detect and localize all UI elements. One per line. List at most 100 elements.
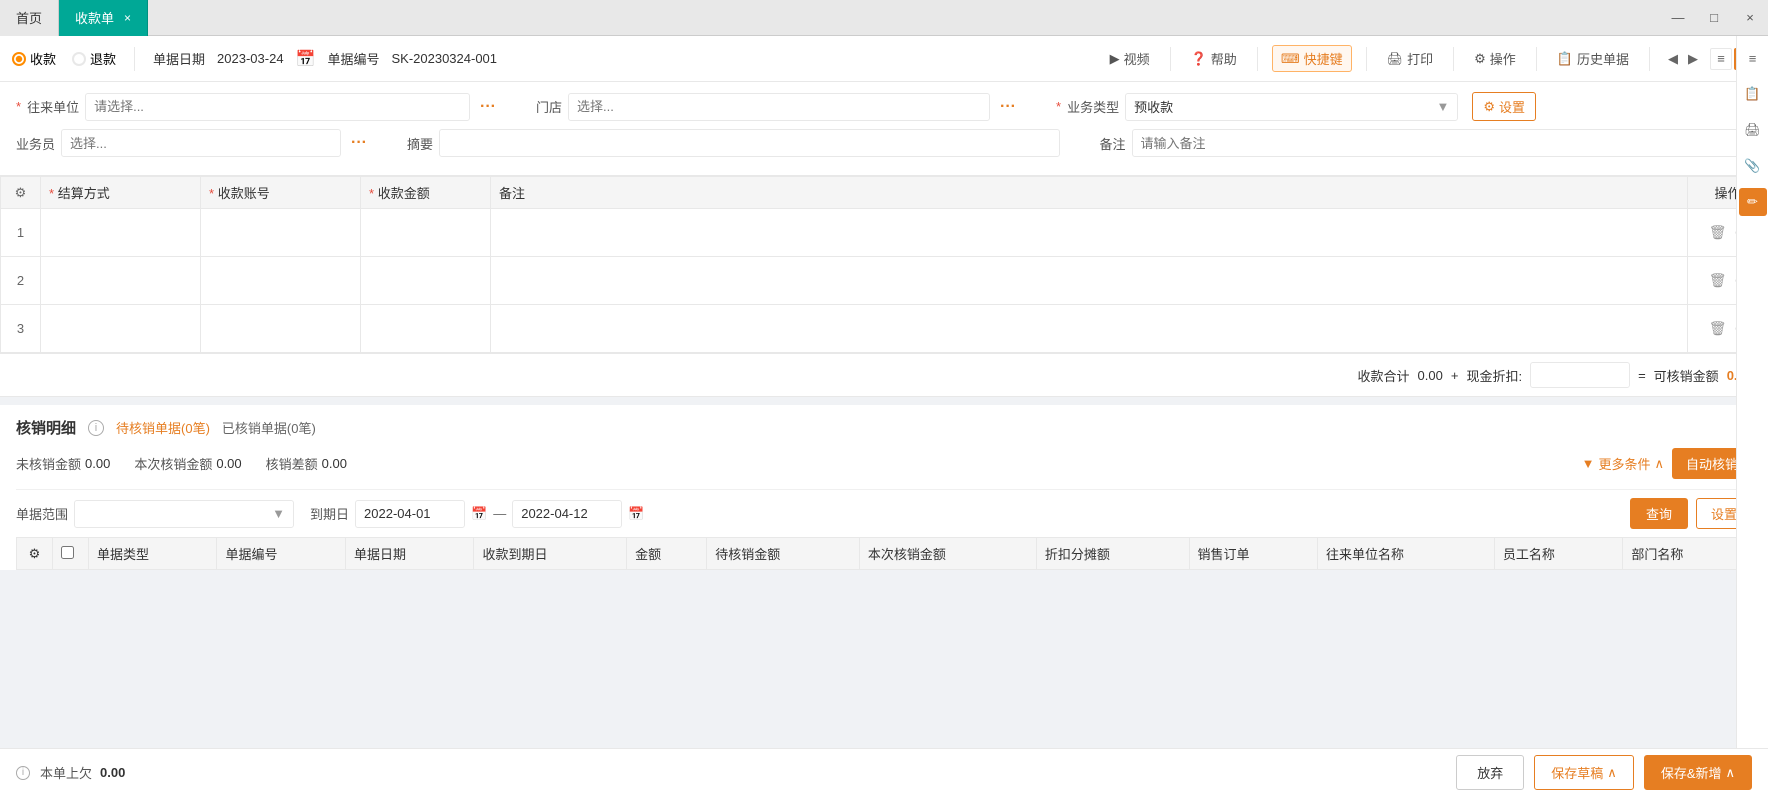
next-arrow[interactable]: ▶ — [1684, 47, 1702, 71]
divider-4 — [1366, 47, 1367, 71]
summary-label3: 可核销金额 — [1654, 366, 1719, 385]
th-settings[interactable]: ⚙ — [1, 177, 41, 209]
tab-receipt-label: 收款单 — [75, 8, 114, 27]
settings-gear-icon: ⚙ — [1483, 99, 1495, 115]
partner-input[interactable] — [85, 93, 470, 121]
save-new-button[interactable]: 保存&新增 ∧ — [1644, 755, 1752, 790]
history-button[interactable]: 📋 历史单据 — [1551, 45, 1635, 72]
rp-icon-3[interactable]: 🖨 — [1739, 116, 1767, 144]
close-button[interactable]: × — [1732, 0, 1768, 36]
rp-icon-1[interactable]: ≡ — [1739, 44, 1767, 72]
row-1-delete-icon[interactable]: 🗑 — [1709, 224, 1727, 241]
writeoff-info-icon[interactable]: i — [88, 420, 104, 436]
pending-tab[interactable]: 待核销单据(0笔) — [116, 418, 210, 437]
refund-radio-label: 退款 — [90, 49, 116, 68]
row-2-payment[interactable] — [41, 257, 201, 305]
summary-val1: 0.00 — [1418, 368, 1443, 383]
calendar-to-icon[interactable]: 📅 — [628, 506, 644, 522]
row-2-delete-icon[interactable]: 🗑 — [1709, 272, 1727, 289]
summary-input[interactable] — [439, 129, 1059, 157]
btype-select[interactable]: 预收款 ▼ — [1125, 93, 1458, 121]
select-all-checkbox[interactable] — [61, 546, 74, 559]
summary-row: 收款合计 0.00 + 现金折扣: = 可核销金额 0.00 — [0, 354, 1768, 397]
date-to-input[interactable] — [512, 500, 622, 528]
save-draft-label: 保存草稿 — [1551, 763, 1603, 782]
save-draft-button[interactable]: 保存草稿 ∧ — [1534, 755, 1634, 790]
store-input[interactable] — [568, 93, 990, 121]
row-1-amount[interactable] — [361, 209, 491, 257]
shortcut-button[interactable]: ⌨ 快捷键 — [1272, 45, 1352, 72]
diff-stat: 核销差额 0.00 — [266, 454, 347, 473]
table-gear-icon[interactable]: ⚙ — [15, 185, 27, 200]
store-label: 门店 — [536, 97, 562, 116]
due-date-field: 到期日 📅 — 📅 — [310, 500, 644, 528]
tab-home[interactable]: 首页 — [0, 0, 59, 36]
row-3-payment[interactable] — [41, 305, 201, 353]
row-1-remark[interactable] — [491, 209, 1688, 257]
done-tab[interactable]: 已核销单据(0笔) — [222, 418, 316, 437]
store-more-icon[interactable]: ··· — [1000, 98, 1016, 116]
tab-close-icon[interactable]: × — [124, 11, 131, 25]
unchecked-stat: 未核销金额 0.00 — [16, 454, 110, 473]
refund-radio[interactable]: 退款 — [72, 49, 116, 68]
row-1-payment[interactable] — [41, 209, 201, 257]
main-data-table: ⚙ * 结算方式 * 收款账号 * 收款金额 备注 — [0, 176, 1768, 353]
bth-sales-order: 销售订单 — [1189, 538, 1317, 570]
tab-receipt[interactable]: 收款单 × — [59, 0, 148, 36]
help-button[interactable]: ❓ 帮助 — [1185, 45, 1243, 72]
prev-arrow[interactable]: ◀ — [1664, 47, 1682, 71]
operation-button[interactable]: ⚙ 操作 — [1468, 45, 1522, 72]
section-header: 核销明细 i 待核销单据(0笔) 已核销单据(0笔) — [16, 417, 1752, 438]
rp-icon-5[interactable]: ✏ — [1739, 188, 1767, 216]
remark-input[interactable] — [1132, 129, 1752, 157]
btype-value: 预收款 — [1134, 97, 1173, 116]
rp-icon-4[interactable]: 📎 — [1739, 152, 1767, 180]
row-2-amount[interactable] — [361, 257, 491, 305]
staff-input[interactable] — [61, 129, 341, 157]
partner-more-icon[interactable]: ··· — [480, 98, 496, 116]
business-type-field: * 业务类型 预收款 ▼ ⚙ 设置 — [1056, 92, 1536, 121]
filter-chevron-icon: ∧ — [1654, 456, 1664, 472]
form-settings-button[interactable]: ⚙ 设置 — [1472, 92, 1536, 121]
date-from-input[interactable] — [355, 500, 465, 528]
th-payment: * 结算方式 — [41, 177, 201, 209]
more-conditions-button[interactable]: ▼ 更多条件 ∧ — [1582, 454, 1664, 473]
calendar-icon[interactable]: 📅 — [296, 49, 316, 69]
footer-val: 0.00 — [100, 765, 125, 780]
query-button[interactable]: 查询 — [1630, 498, 1688, 529]
th-account: * 收款账号 — [201, 177, 361, 209]
store-field: 门店 ··· — [536, 93, 1016, 121]
receipt-radio[interactable]: 收款 — [12, 49, 56, 68]
rp-icon-2[interactable]: 📋 — [1739, 80, 1767, 108]
remark-field: 备注 — [1100, 129, 1753, 157]
row-3-amount[interactable] — [361, 305, 491, 353]
row-1-account[interactable] — [201, 209, 361, 257]
minimize-button[interactable]: — — [1660, 0, 1696, 36]
list-view-button[interactable]: ≡ — [1710, 48, 1732, 70]
bth-settings[interactable]: ⚙ — [17, 538, 53, 570]
row-3-account[interactable] — [201, 305, 361, 353]
row-3-num: 3 — [1, 305, 41, 353]
nav-arrows: ◀ ▶ — [1664, 47, 1702, 71]
settings-btn-label: 设置 — [1499, 97, 1525, 116]
row-3-remark[interactable] — [491, 305, 1688, 353]
staff-more-icon[interactable]: ··· — [351, 134, 367, 152]
save-draft-arrow-icon: ∧ — [1607, 765, 1617, 781]
calendar-from-icon[interactable]: 📅 — [471, 506, 487, 522]
bth-number: 单据编号 — [217, 538, 345, 570]
maximize-button[interactable]: □ — [1696, 0, 1732, 36]
filter-right-actions: 查询 设置 — [1630, 498, 1752, 529]
row-3-delete-icon[interactable]: 🗑 — [1709, 320, 1727, 337]
receipt-radio-dot — [12, 52, 26, 66]
print-button[interactable]: 🖨 打印 — [1381, 45, 1440, 72]
video-button[interactable]: ▶ 视频 — [1104, 45, 1156, 72]
row-2-remark[interactable] — [491, 257, 1688, 305]
bottom-gear-icon[interactable]: ⚙ — [29, 546, 41, 561]
row-2-account[interactable] — [201, 257, 361, 305]
range-select[interactable]: ▼ — [74, 500, 294, 528]
footer-info-icon[interactable]: i — [16, 766, 30, 780]
discount-input[interactable] — [1530, 362, 1630, 388]
footer-buttons: 放弃 保存草稿 ∧ 保存&新增 ∧ — [1456, 755, 1752, 790]
video-label: 视频 — [1124, 49, 1150, 68]
abandon-button[interactable]: 放弃 — [1456, 755, 1524, 790]
